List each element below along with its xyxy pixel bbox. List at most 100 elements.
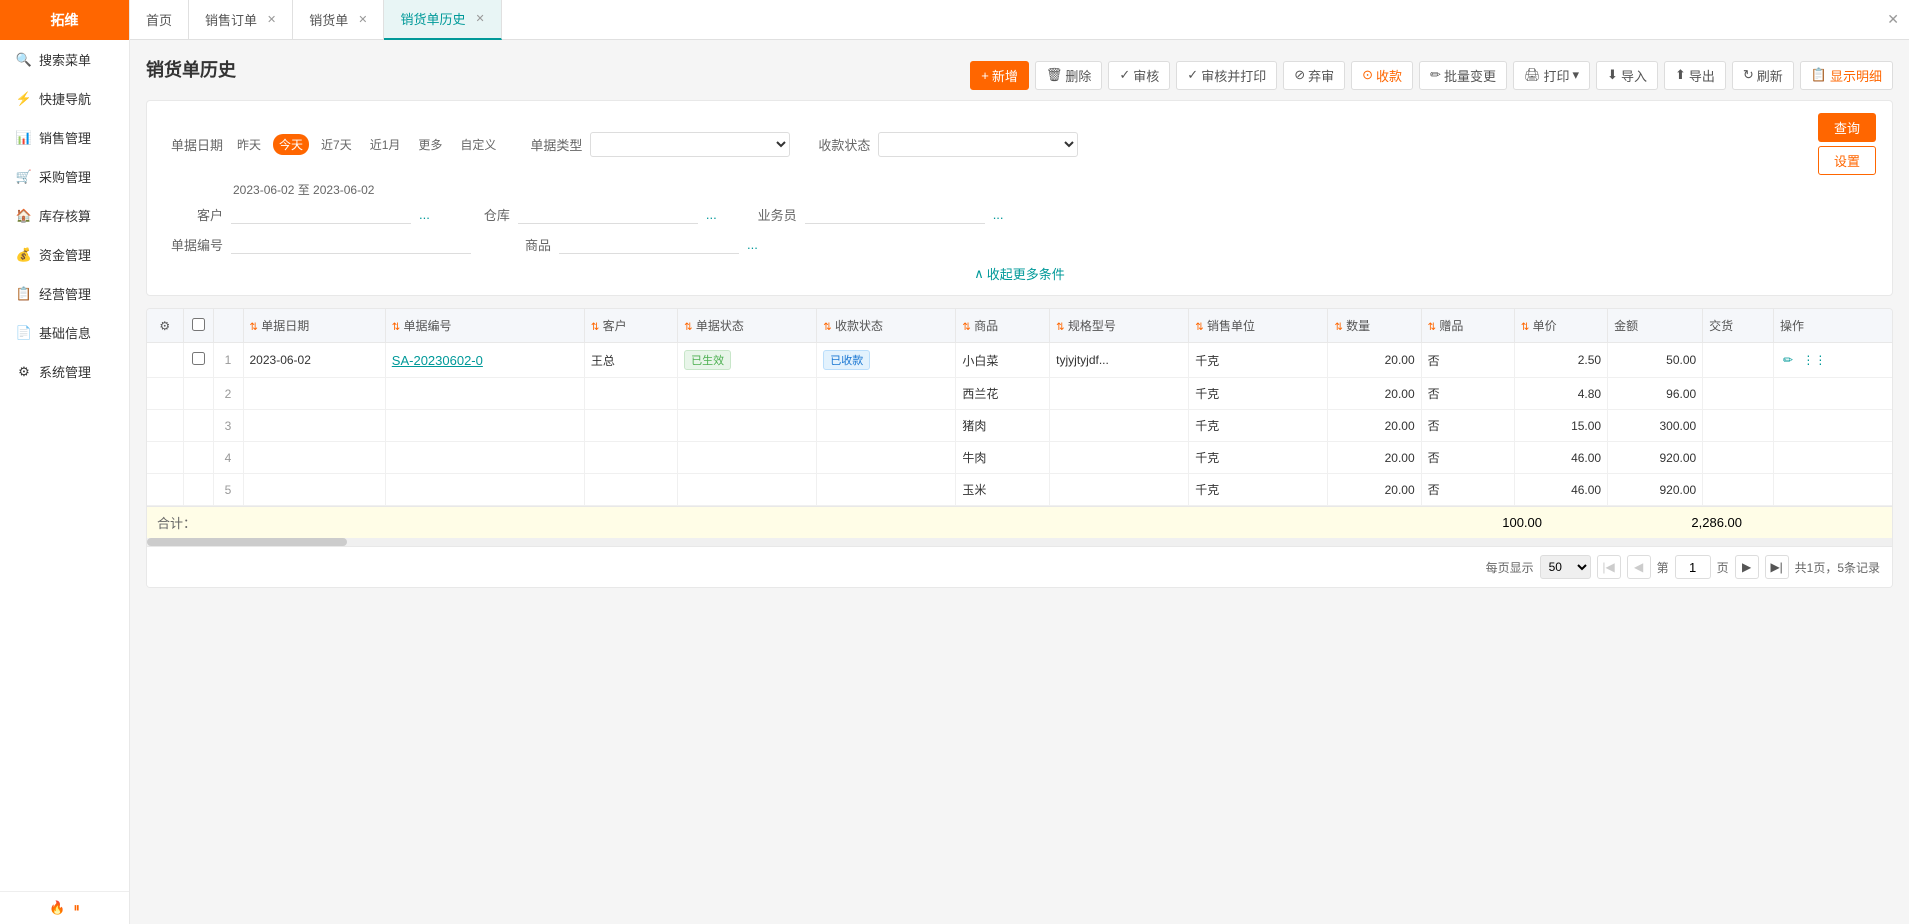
tab-sales-order-close[interactable]: ✕ bbox=[267, 13, 276, 26]
tab-close-all[interactable]: ✕ bbox=[1887, 11, 1909, 28]
query-button[interactable]: 查询 bbox=[1818, 113, 1876, 142]
export-button[interactable]: ⬆ 导出 bbox=[1664, 61, 1726, 90]
col-date[interactable]: ⇅ 单据日期 bbox=[243, 309, 385, 343]
col-spec[interactable]: ⇅ 规格型号 bbox=[1050, 309, 1189, 343]
print-button[interactable]: 🖨 打印 ▾ bbox=[1513, 61, 1590, 90]
row-check-1[interactable] bbox=[183, 378, 213, 410]
sidebar-item-sys-mgmt[interactable]: ⚙ 系统管理 bbox=[0, 352, 129, 391]
edit-btn[interactable]: ✏ bbox=[1780, 353, 1796, 367]
import-button[interactable]: ⬇ 导入 bbox=[1596, 61, 1658, 90]
filter-docno-input[interactable] bbox=[231, 234, 471, 254]
page-next-btn[interactable]: ▶ bbox=[1735, 555, 1759, 579]
row-actions-2 bbox=[1773, 410, 1892, 442]
per-page-select[interactable]: 50 20 100 bbox=[1540, 555, 1591, 579]
col-trade: 交货 bbox=[1703, 309, 1774, 343]
row-gift-3: 否 bbox=[1421, 442, 1514, 474]
page-last-btn[interactable]: ▶| bbox=[1765, 555, 1789, 579]
col-settings[interactable]: ⚙ bbox=[147, 309, 183, 343]
filter-goods-dots[interactable]: ... bbox=[747, 237, 758, 252]
collect-button[interactable]: ⊙ 收款 bbox=[1351, 61, 1413, 90]
tab-sales-goods-close[interactable]: ✕ bbox=[358, 13, 367, 26]
col-unit[interactable]: ⇅ 销售单位 bbox=[1189, 309, 1328, 343]
refresh-button[interactable]: ↻ 刷新 bbox=[1732, 61, 1794, 90]
col-gift[interactable]: ⇅ 赠品 bbox=[1421, 309, 1514, 343]
row-no-1[interactable] bbox=[385, 378, 584, 410]
total-info: 共1页，5条记录 bbox=[1795, 559, 1880, 576]
sidebar-bottom-btn1[interactable]: 🔥 bbox=[49, 900, 65, 916]
add-button[interactable]: + 新增 bbox=[970, 61, 1029, 90]
page-first-btn[interactable]: |◀ bbox=[1597, 555, 1621, 579]
data-table: ⚙ ⇅ 单据日期 ⇅ 单据编号 ⇅ 客户 ⇅ 单据状态 ⇅ 收款状态 ⇅ 商品 … bbox=[147, 309, 1892, 506]
set-button[interactable]: 设置 bbox=[1818, 146, 1876, 175]
check-all[interactable] bbox=[192, 318, 205, 331]
date-tag-1month[interactable]: 近1月 bbox=[364, 134, 407, 155]
row-amount-1: 96.00 bbox=[1608, 378, 1703, 410]
tab-sales-order[interactable]: 销售订单 ✕ bbox=[189, 0, 293, 40]
delete-button[interactable]: 🗑 删除 bbox=[1035, 61, 1103, 90]
filter-warehouse-input[interactable] bbox=[518, 204, 698, 224]
sidebar-item-base-info[interactable]: 📄 基础信息 bbox=[0, 313, 129, 352]
tab-home[interactable]: 首页 bbox=[130, 0, 189, 40]
row-no-0[interactable]: SA-20230602-0 bbox=[385, 343, 584, 378]
col-docstatus[interactable]: ⇅ 单据状态 bbox=[678, 309, 817, 343]
date-tag-more[interactable]: 更多 bbox=[412, 134, 448, 155]
date-tag-yesterday[interactable]: 昨天 bbox=[231, 134, 267, 155]
filter-goods-input[interactable] bbox=[559, 234, 739, 254]
filter-warehouse-dots[interactable]: ... bbox=[706, 207, 717, 222]
row-no-3[interactable] bbox=[385, 442, 584, 474]
more-btn[interactable]: ⋮⋮ bbox=[1799, 353, 1829, 367]
sidebar-item-ops-mgmt[interactable]: 📋 经营管理 bbox=[0, 274, 129, 313]
row-check-0[interactable] bbox=[183, 343, 213, 378]
row-customer-3 bbox=[584, 442, 677, 474]
filter-doctype-select[interactable] bbox=[590, 132, 790, 157]
col-no[interactable]: ⇅ 单据编号 bbox=[385, 309, 584, 343]
scroll-track[interactable] bbox=[147, 538, 347, 546]
col-qty[interactable]: ⇅ 数量 bbox=[1328, 309, 1421, 343]
page-number-input[interactable] bbox=[1675, 555, 1711, 579]
row-no-2[interactable] bbox=[385, 410, 584, 442]
collapse-button[interactable]: ∧ 收起更多条件 bbox=[974, 264, 1065, 283]
col-customer[interactable]: ⇅ 客户 bbox=[584, 309, 677, 343]
sidebar-bottom-btn2[interactable]: ⏸ bbox=[73, 900, 80, 916]
show-detail-button[interactable]: 📋 显示明细 bbox=[1800, 61, 1893, 90]
sidebar-item-quick-nav[interactable]: ⚡ 快捷导航 bbox=[0, 79, 129, 118]
doc-no-link[interactable]: SA-20230602-0 bbox=[392, 353, 483, 368]
row-paystatus-4 bbox=[817, 474, 956, 506]
tab-sales-history[interactable]: 销货单历史 ✕ bbox=[384, 0, 501, 40]
col-price[interactable]: ⇅ 单价 bbox=[1514, 309, 1607, 343]
row-check-2[interactable] bbox=[183, 410, 213, 442]
filter-customer-input[interactable] bbox=[231, 204, 411, 224]
row-check-3[interactable] bbox=[183, 442, 213, 474]
col-paystatus[interactable]: ⇅ 收款状态 bbox=[817, 309, 956, 343]
col-goods[interactable]: ⇅ 商品 bbox=[956, 309, 1050, 343]
filter-customer-dots[interactable]: ... bbox=[419, 207, 430, 222]
abandon-button[interactable]: ⊘ 弃审 bbox=[1283, 61, 1345, 90]
batch-change-button[interactable]: ✏ 批量变更 bbox=[1419, 61, 1507, 90]
date-tag-7days[interactable]: 近7天 bbox=[315, 134, 358, 155]
row-num-0: 1 bbox=[213, 343, 243, 378]
row-no-4[interactable] bbox=[385, 474, 584, 506]
sidebar-item-sales-mgmt[interactable]: 📊 销售管理 bbox=[0, 118, 129, 157]
row-check-4[interactable] bbox=[183, 474, 213, 506]
col-check[interactable] bbox=[183, 309, 213, 343]
filter-staff-input[interactable] bbox=[805, 204, 985, 224]
audit-button[interactable]: ✓ 审核 bbox=[1108, 61, 1170, 90]
page-prev-btn[interactable]: ◀ bbox=[1627, 555, 1651, 579]
tab-sales-history-close[interactable]: ✕ bbox=[476, 12, 485, 25]
horizontal-scrollbar[interactable] bbox=[147, 538, 1892, 546]
sidebar-item-inventory[interactable]: 🏠 库存核算 bbox=[0, 196, 129, 235]
date-tag-today[interactable]: 今天 bbox=[273, 134, 309, 155]
import-label: 导入 bbox=[1621, 66, 1647, 85]
tab-sales-goods[interactable]: 销货单 ✕ bbox=[293, 0, 384, 40]
audit-print-button[interactable]: ✓ 审核并打印 bbox=[1176, 61, 1277, 90]
filter-staff-dots[interactable]: ... bbox=[993, 207, 1004, 222]
filter-doctype-group: 单据类型 bbox=[522, 132, 790, 157]
date-tag-custom[interactable]: 自定义 bbox=[454, 134, 502, 155]
row-gift-0: 否 bbox=[1421, 343, 1514, 378]
sidebar-item-search-menu[interactable]: 🔍 搜索菜单 bbox=[0, 40, 129, 79]
sidebar-item-purchase-mgmt[interactable]: 🛒 采购管理 bbox=[0, 157, 129, 196]
filter-paystatus-group: 收款状态 bbox=[810, 132, 1078, 157]
export-label: 导出 bbox=[1689, 66, 1715, 85]
filter-paystatus-select[interactable] bbox=[878, 132, 1078, 157]
sidebar-item-finance[interactable]: 💰 资金管理 bbox=[0, 235, 129, 274]
